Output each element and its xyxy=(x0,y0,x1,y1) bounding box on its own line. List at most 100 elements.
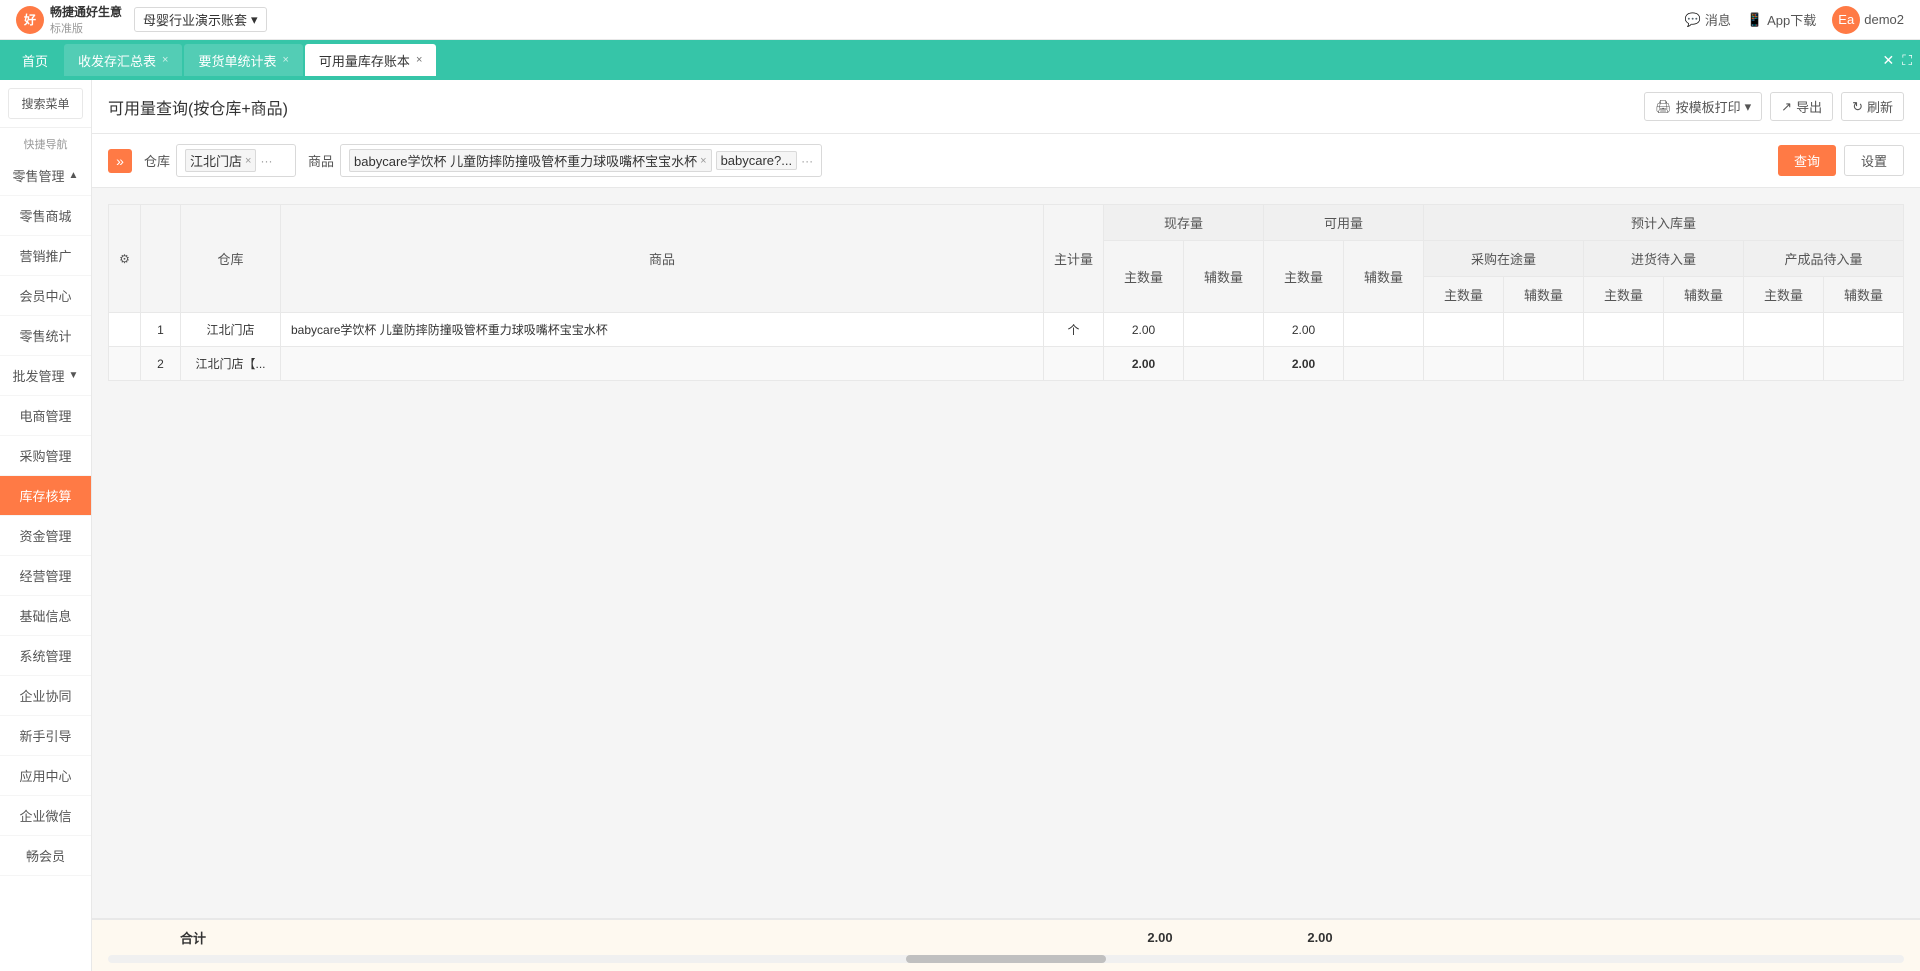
row2-avail-main: 2.00 xyxy=(1264,347,1344,381)
row2-avail-sub xyxy=(1344,347,1424,381)
close-window-icon[interactable]: ✕ xyxy=(1882,52,1894,69)
logo-area: 好 畅捷通好生意 标准版 xyxy=(16,3,122,36)
sidebar-item-ecommerce[interactable]: 电商管理 xyxy=(0,396,91,436)
sidebar-label-wechat: 企业微信 xyxy=(19,809,71,824)
query-button[interactable]: 查询 xyxy=(1778,145,1836,176)
row2-stock-sub xyxy=(1184,347,1264,381)
user-profile[interactable]: Ea demo2 xyxy=(1832,6,1904,34)
tab-available[interactable]: 可用量库存账本 × xyxy=(305,44,436,76)
tab-order-close[interactable]: × xyxy=(282,54,288,66)
top-bar-right: 💬 消息 📱 App下载 Ea demo2 xyxy=(1685,6,1904,34)
tab-receipt-close[interactable]: × xyxy=(162,54,168,66)
tab-available-close[interactable]: × xyxy=(416,54,422,66)
tab-home-label: 首页 xyxy=(22,51,48,70)
sidebar-item-inventory[interactable]: 库存核算 xyxy=(0,476,91,516)
sidebar-item-wechat[interactable]: 企业微信 xyxy=(0,796,91,836)
warehouse-tag-close[interactable]: × xyxy=(245,155,251,167)
sidebar-item-purchase[interactable]: 采购管理 xyxy=(0,436,91,476)
total-avail-sub xyxy=(1360,920,1440,955)
sidebar-item-zero-retail[interactable]: 零售管理 ▲ xyxy=(0,156,91,196)
col-goods-header: 商品 xyxy=(281,205,1044,313)
col-available-group: 可用量 xyxy=(1264,205,1424,241)
row1-goods: babycare学饮杯 儿童防摔防撞吸管杯重力球吸嘴杯宝宝水杯 xyxy=(281,313,1044,347)
chevron-down-icon: ▾ xyxy=(251,12,258,28)
goods-input[interactable]: babycare学饮杯 儿童防摔防撞吸管杯重力球吸嘴杯宝宝水杯 × babyca… xyxy=(340,144,822,177)
warehouse-label: 仓库 xyxy=(144,151,170,170)
row2-stock-main: 2.00 xyxy=(1104,347,1184,381)
search-menu-button[interactable]: 搜索菜单 xyxy=(8,88,83,119)
col-purchase-main: 主数量 xyxy=(1424,277,1504,313)
row2-purchase-sub xyxy=(1504,347,1584,381)
sidebar-item-mall[interactable]: 零售商城 xyxy=(0,196,91,236)
page-title: 可用量查询(按仓库+商品) xyxy=(108,95,288,119)
goods-tag-2: babycare?... xyxy=(716,151,798,170)
sidebar-item-finance[interactable]: 资金管理 xyxy=(0,516,91,556)
col-incoming-group: 进货待入量 xyxy=(1584,241,1744,277)
sidebar-label-appstore: 应用中心 xyxy=(19,769,71,784)
col-expected-group: 预计入库量 xyxy=(1424,205,1904,241)
industry-selector[interactable]: 母婴行业演示账套 ▾ xyxy=(134,7,267,32)
sidebar-item-marketing[interactable]: 营销推广 xyxy=(0,236,91,276)
chevron-icon-2: ▼ xyxy=(69,370,79,381)
sidebar-item-member[interactable]: 会员中心 xyxy=(0,276,91,316)
goods-filter: 商品 babycare学饮杯 儿童防摔防撞吸管杯重力球吸嘴杯宝宝水杯 × bab… xyxy=(308,144,822,177)
horizontal-scrollbar[interactable] xyxy=(108,955,1904,963)
col-available-sub: 辅数量 xyxy=(1344,241,1424,313)
col-unit-header: 主计量 xyxy=(1044,205,1104,313)
top-bar: 好 畅捷通好生意 标准版 母婴行业演示账套 ▾ 💬 消息 📱 App下载 Ea … xyxy=(0,0,1920,40)
refresh-icon: ↻ xyxy=(1852,99,1863,115)
goods-tag-1-close[interactable]: × xyxy=(700,155,706,167)
warehouse-more[interactable]: ··· xyxy=(260,154,272,168)
row2-goods xyxy=(281,347,1044,381)
sidebar-item-basic[interactable]: 基础信息 xyxy=(0,596,91,636)
sidebar-item-retail-stat[interactable]: 零售统计 xyxy=(0,316,91,356)
table-row: 2 江北门店【... 2.00 2.00 xyxy=(109,347,1904,381)
export-button[interactable]: ↗ 导出 xyxy=(1770,92,1833,121)
total-purchase-sub xyxy=(1520,920,1600,955)
refresh-button[interactable]: ↻ 刷新 xyxy=(1841,92,1904,121)
page-header: 可用量查询(按仓库+商品) 🖨 按模板打印 ▾ ↗ 导出 ↻ 刷新 xyxy=(92,80,1920,134)
sidebar-label-business: 经营管理 xyxy=(19,569,71,584)
total-stock-main: 2.00 xyxy=(1120,920,1200,955)
tab-order[interactable]: 要货单统计表 × xyxy=(184,44,302,76)
scroll-thumb[interactable] xyxy=(906,955,1106,963)
goods-more[interactable]: ··· xyxy=(801,154,813,168)
sidebar-item-corp[interactable]: 企业协同 xyxy=(0,676,91,716)
col-stock-group: 现存量 xyxy=(1104,205,1264,241)
logo-text: 畅捷通好生意 标准版 xyxy=(50,3,122,36)
row2-index: 2 xyxy=(141,347,181,381)
tab-receipt[interactable]: 收发存汇总表 × xyxy=(64,44,182,76)
message-button[interactable]: 💬 消息 xyxy=(1685,10,1731,29)
sidebar-label-corp: 企业协同 xyxy=(19,689,71,704)
warehouse-input[interactable]: 江北门店 × ··· xyxy=(176,144,296,177)
row2-settings xyxy=(109,347,141,381)
setting-button[interactable]: 设置 xyxy=(1844,145,1904,176)
col-settings: ⚙ xyxy=(109,205,141,313)
col-incoming-main: 主数量 xyxy=(1584,277,1664,313)
tab-home[interactable]: 首页 xyxy=(8,44,62,76)
col-available-main: 主数量 xyxy=(1264,241,1344,313)
row2-incoming-sub xyxy=(1664,347,1744,381)
sidebar-item-wholesale[interactable]: 批发管理 ▼ xyxy=(0,356,91,396)
total-avail-main: 2.00 xyxy=(1280,920,1360,955)
sidebar-item-appstore[interactable]: 应用中心 xyxy=(0,756,91,796)
filter-expand-button[interactable]: » xyxy=(108,149,132,173)
print-button[interactable]: 🖨 按模板打印 ▾ xyxy=(1644,92,1762,121)
row1-production-sub xyxy=(1824,313,1904,347)
quick-nav-label[interactable]: 快捷导航 xyxy=(0,128,91,156)
sidebar-item-system[interactable]: 系统管理 xyxy=(0,636,91,676)
sidebar-label-member: 会员中心 xyxy=(19,289,71,304)
app-download-button[interactable]: 📱 App下载 xyxy=(1747,10,1816,29)
sidebar-item-member2[interactable]: 畅会员 xyxy=(0,836,91,876)
maximize-window-icon[interactable]: ⛶ xyxy=(1902,52,1912,69)
sidebar-label-purchase: 采购管理 xyxy=(19,449,71,464)
sidebar-item-newbie[interactable]: 新手引导 xyxy=(0,716,91,756)
row1-settings xyxy=(109,313,141,347)
sidebar-item-business[interactable]: 经营管理 xyxy=(0,556,91,596)
goods-tag-1: babycare学饮杯 儿童防摔防撞吸管杯重力球吸嘴杯宝宝水杯 × xyxy=(349,149,712,172)
row1-warehouse: 江北门店 xyxy=(181,313,281,347)
filter-actions: 查询 设置 xyxy=(1778,145,1904,176)
row1-stock-sub xyxy=(1184,313,1264,347)
message-icon: 💬 xyxy=(1685,12,1701,28)
col-stock-main: 主数量 xyxy=(1104,241,1184,313)
